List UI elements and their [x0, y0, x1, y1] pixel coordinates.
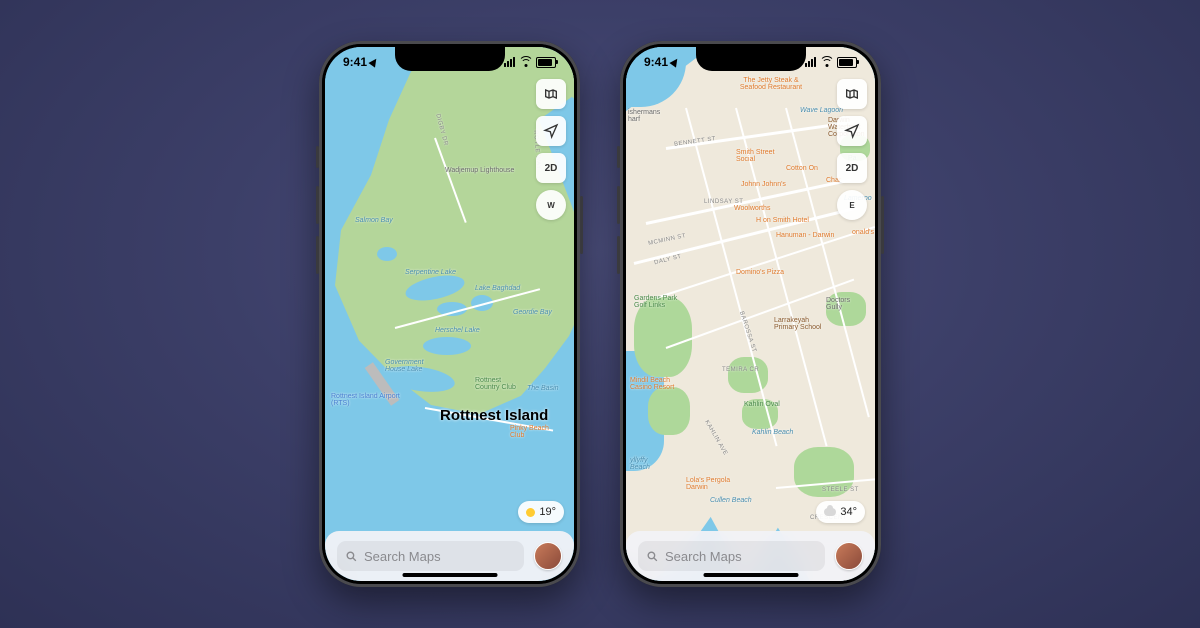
view-mode-button[interactable]: 2D [536, 153, 566, 183]
poi-kahlin-oval[interactable]: Kahlin Oval [744, 401, 780, 408]
poi-salmon-bay[interactable]: Salmon Bay [355, 217, 393, 224]
weather-pill[interactable]: 19° [518, 501, 564, 523]
location-services-icon [669, 56, 680, 67]
search-icon [345, 550, 358, 563]
street-temira: TEMIRA CR [722, 367, 759, 373]
cellular-signal-icon [805, 57, 816, 67]
phone-mock-right: 9:41 [620, 41, 881, 587]
map-controls: 2D E [837, 79, 867, 220]
poi-pinky[interactable]: Pinky Beach Club [510, 425, 550, 439]
poi-hanuman[interactable]: Hanuman - Darwin [776, 232, 834, 239]
street-lindsay: LINDSAY ST [704, 199, 743, 205]
compass-button[interactable]: E [837, 190, 867, 220]
poi-jetty[interactable]: The Jetty Steak & Seafood Restaurant [736, 77, 806, 91]
cellular-signal-icon [504, 57, 515, 67]
search-input[interactable]: Search Maps [638, 541, 825, 571]
poi-dominos[interactable]: Domino's Pizza [736, 269, 784, 276]
weather-pill[interactable]: 34° [816, 501, 865, 523]
poi-larrakeyah[interactable]: Larrakeyah Primary School [774, 317, 829, 331]
map-layers-button[interactable] [536, 79, 566, 109]
poi-doctors[interactable]: Doctors Gully [826, 297, 864, 311]
battery-icon [837, 57, 857, 68]
notch [696, 47, 806, 71]
poi-mindil[interactable]: Mindil Beach Casino Resort [630, 377, 680, 391]
search-icon [646, 550, 659, 563]
wifi-icon [519, 57, 532, 67]
poi-yllyffy[interactable]: yllyffy Beach [630, 457, 660, 471]
poi-cotton[interactable]: Cotton On [786, 165, 818, 172]
weather-cloud-icon [824, 508, 836, 516]
location-services-icon [368, 56, 379, 67]
map-layers-button[interactable] [837, 79, 867, 109]
poi-kahlin-beach[interactable]: Kahlin Beach [752, 429, 793, 436]
poi-gardens[interactable]: Gardens Park Golf Links [634, 295, 684, 309]
poi-woolworths[interactable]: Woolworths [734, 205, 770, 212]
compass-button[interactable]: W [536, 190, 566, 220]
poi-basin[interactable]: The Basin [527, 385, 559, 392]
profile-avatar[interactable] [835, 542, 863, 570]
wifi-icon [820, 57, 833, 67]
view-mode-button[interactable]: 2D [837, 153, 867, 183]
poi-baghdad[interactable]: Lake Baghdad [475, 285, 520, 292]
locate-me-button[interactable] [536, 116, 566, 146]
poi-geordie[interactable]: Geordie Bay [513, 309, 552, 316]
status-time: 9:41 [644, 55, 668, 69]
phone-mock-left: 9:41 [319, 41, 580, 587]
poi-fishermans[interactable]: ishermans harf [628, 109, 672, 123]
temperature-value: 19° [539, 506, 556, 518]
poi-onalds[interactable]: onald's [852, 229, 874, 236]
notch [395, 47, 505, 71]
map-controls: 2D W [536, 79, 566, 220]
home-indicator[interactable] [402, 573, 497, 577]
search-input[interactable]: Search Maps [337, 541, 524, 571]
poi-lola[interactable]: Lola's Pergola Darwin [686, 477, 741, 491]
poi-smith-social[interactable]: Smith Street Social [736, 149, 786, 163]
weather-sun-icon [526, 508, 535, 517]
status-time: 9:41 [343, 55, 367, 69]
poi-country-club[interactable]: Rottnest Country Club [475, 377, 521, 391]
temperature-value: 34° [840, 506, 857, 518]
street-steele: STEELE ST [822, 487, 859, 493]
profile-avatar[interactable] [534, 542, 562, 570]
promo-stage: 9:41 [0, 0, 1200, 628]
poi-serpentine[interactable]: Serpentine Lake [405, 269, 456, 276]
poi-lighthouse[interactable]: Wadjemup Lighthouse [445, 167, 514, 174]
search-placeholder: Search Maps [364, 549, 441, 564]
poi-johnn[interactable]: Johnn Johnn's [741, 181, 786, 188]
poi-herschel[interactable]: Herschel Lake [435, 327, 480, 334]
locate-me-button[interactable] [837, 116, 867, 146]
search-placeholder: Search Maps [665, 549, 742, 564]
battery-icon [536, 57, 556, 68]
home-indicator[interactable] [703, 573, 798, 577]
poi-airport[interactable]: Rottnest Island Airport (RTS) [331, 393, 401, 407]
main-place-label[interactable]: Rottnest Island [440, 407, 548, 424]
poi-cullen[interactable]: Cullen Beach [710, 497, 752, 504]
poi-gov-house[interactable]: Government House Lake [385, 359, 445, 373]
poi-h-smith[interactable]: H on Smith Hotel [756, 217, 809, 224]
